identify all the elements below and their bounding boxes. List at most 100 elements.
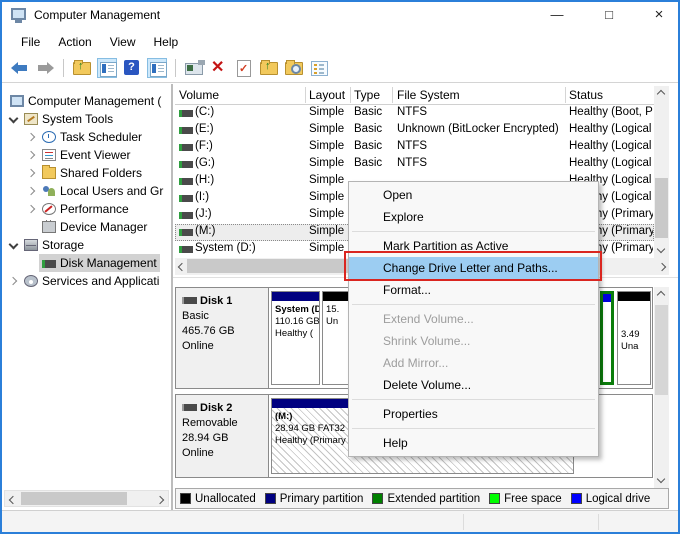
action-pane-toggle-icon[interactable] bbox=[147, 58, 167, 78]
column-header-status[interactable]: Status bbox=[569, 88, 603, 102]
volume-list-header: Volume Layout Type File System Status bbox=[175, 86, 654, 105]
volume-icon bbox=[179, 127, 193, 134]
column-header-type[interactable]: Type bbox=[354, 88, 380, 102]
menu-item-properties[interactable]: Properties bbox=[349, 403, 598, 425]
help-icon[interactable]: ? bbox=[122, 58, 142, 78]
chevron-right-icon[interactable] bbox=[25, 164, 39, 182]
tree-horizontal-scrollbar[interactable] bbox=[4, 490, 169, 507]
storage-icon bbox=[24, 239, 38, 251]
menu-item-format[interactable]: Format... bbox=[349, 279, 598, 301]
scroll-down-icon[interactable] bbox=[657, 475, 665, 483]
scroll-right-icon[interactable] bbox=[658, 263, 666, 271]
chevron-right-icon[interactable] bbox=[25, 182, 39, 200]
scrollbar-thumb[interactable] bbox=[187, 259, 359, 273]
sidebar-item-label: Storage bbox=[42, 236, 84, 254]
column-header-file-system[interactable]: File System bbox=[397, 88, 460, 102]
column-resizer[interactable] bbox=[392, 87, 393, 103]
menu-separator bbox=[349, 425, 598, 432]
export-folder-icon[interactable] bbox=[259, 58, 279, 78]
sidebar-item-disk-management[interactable]: Disk Management bbox=[2, 254, 172, 272]
legend-label: Logical drive bbox=[586, 493, 651, 505]
maximize-button[interactable]: □ bbox=[592, 2, 626, 28]
menu-item-help[interactable]: Help bbox=[349, 432, 598, 454]
sidebar-item-label: Local Users and Gr bbox=[60, 182, 163, 200]
sidebar-item-label: Disk Management bbox=[60, 254, 157, 272]
volume-list-vertical-scrollbar[interactable] bbox=[654, 86, 669, 258]
console-window-icon[interactable] bbox=[184, 58, 204, 78]
menu-help[interactable]: Help bbox=[145, 31, 188, 53]
folder-up-icon[interactable] bbox=[72, 58, 92, 78]
sidebar-item-system-tools[interactable]: System Tools bbox=[2, 110, 172, 128]
disk-1-header[interactable]: Disk 1 Basic 465.76 GB Online bbox=[176, 288, 269, 388]
minimize-button[interactable]: — bbox=[540, 2, 574, 28]
sidebar-item-shared-folders[interactable]: Shared Folders bbox=[2, 164, 172, 182]
chevron-right-icon[interactable] bbox=[7, 272, 21, 290]
sidebar-item-computer-management[interactable]: Computer Management ( bbox=[2, 92, 172, 110]
chevron-spacer bbox=[25, 218, 39, 236]
volume-row-c[interactable]: (C:) Simple Basic NTFS Healthy (Boot, Pa… bbox=[175, 105, 654, 122]
column-header-volume[interactable]: Volume bbox=[179, 88, 219, 102]
partition-label: System (D:) bbox=[275, 304, 316, 316]
find-folder-icon[interactable] bbox=[284, 58, 304, 78]
delete-icon[interactable]: ✕ bbox=[209, 58, 229, 78]
partition-extended-logical[interactable] bbox=[600, 291, 614, 385]
column-header-layout[interactable]: Layout bbox=[309, 88, 345, 102]
back-arrow-icon[interactable] bbox=[10, 58, 30, 78]
column-resizer[interactable] bbox=[565, 87, 566, 103]
volume-row-e[interactable]: (E:) Simple Basic Unknown (BitLocker Enc… bbox=[175, 122, 654, 139]
volume-row-g[interactable]: (G:) Simple Basic NTFS Healthy (Logical … bbox=[175, 156, 654, 173]
device-manager-icon bbox=[42, 221, 56, 233]
disk-2-header[interactable]: Disk 2 Removable 28.94 GB Online bbox=[176, 395, 269, 477]
chevron-down-icon[interactable] bbox=[7, 110, 21, 128]
pane-divider[interactable] bbox=[172, 84, 173, 510]
legend-extended-partition: Extended partition bbox=[372, 493, 480, 505]
menu-item-change-drive-letter[interactable]: Change Drive Letter and Paths... bbox=[349, 257, 598, 279]
legend-free-space: Free space bbox=[489, 493, 562, 505]
chevron-right-icon[interactable] bbox=[25, 200, 39, 218]
menu-action[interactable]: Action bbox=[49, 31, 100, 53]
scroll-down-icon[interactable] bbox=[657, 245, 665, 253]
sidebar-item-device-manager[interactable]: Device Manager bbox=[2, 218, 172, 236]
scroll-up-icon[interactable] bbox=[657, 291, 665, 299]
disk-management-icon bbox=[42, 260, 56, 268]
column-resizer[interactable] bbox=[350, 87, 351, 103]
sidebar-item-event-viewer[interactable]: Event Viewer bbox=[2, 146, 172, 164]
chevron-down-icon[interactable] bbox=[7, 236, 21, 254]
close-button[interactable]: × bbox=[642, 2, 676, 28]
local-users-icon bbox=[42, 185, 56, 197]
sidebar-item-task-scheduler[interactable]: Task Scheduler bbox=[2, 128, 172, 146]
forward-arrow-icon[interactable] bbox=[35, 58, 55, 78]
scrollbar-thumb[interactable] bbox=[655, 305, 668, 395]
volume-row-f[interactable]: (F:) Simple Basic NTFS Healthy (Logical … bbox=[175, 139, 654, 156]
console-tree-toggle-icon[interactable] bbox=[97, 58, 117, 78]
sidebar-item-local-users-groups[interactable]: Local Users and Gr bbox=[2, 182, 172, 200]
chevron-right-icon[interactable] bbox=[25, 128, 39, 146]
menu-item-explore[interactable]: Explore bbox=[349, 206, 598, 228]
scroll-right-icon[interactable] bbox=[156, 496, 164, 504]
menu-item-open[interactable]: Open bbox=[349, 184, 598, 206]
sidebar-item-label: Performance bbox=[60, 200, 129, 218]
partition-unallocated-2[interactable]: 3.49 Una bbox=[617, 291, 651, 385]
scroll-up-icon[interactable] bbox=[657, 90, 665, 98]
menu-item-delete-volume[interactable]: Delete Volume... bbox=[349, 374, 598, 396]
menu-file[interactable]: File bbox=[12, 31, 49, 53]
title-bar: Computer Management — □ × bbox=[2, 2, 678, 30]
menu-item-mark-partition-active[interactable]: Mark Partition as Active bbox=[349, 235, 598, 257]
services-icon bbox=[24, 275, 38, 287]
chevron-right-icon[interactable] bbox=[25, 146, 39, 164]
check-document-icon[interactable] bbox=[234, 58, 254, 78]
partition-system-d[interactable]: System (D:) 110.16 GB NTFS Healthy ( bbox=[271, 291, 320, 385]
scrollbar-thumb[interactable] bbox=[21, 492, 127, 505]
scroll-left-icon[interactable] bbox=[9, 496, 17, 504]
legend-label: Free space bbox=[504, 493, 562, 505]
properties-list-icon[interactable] bbox=[309, 58, 329, 78]
sidebar-item-services-applications[interactable]: Services and Applicati bbox=[2, 272, 172, 290]
disk-pane-vertical-scrollbar[interactable] bbox=[654, 287, 669, 488]
menu-view[interactable]: View bbox=[101, 31, 145, 53]
sidebar-item-label: Task Scheduler bbox=[60, 128, 142, 146]
scroll-left-icon[interactable] bbox=[178, 263, 186, 271]
sidebar-item-storage[interactable]: Storage bbox=[2, 236, 172, 254]
sidebar-item-performance[interactable]: Performance bbox=[2, 200, 172, 218]
scrollbar-thumb[interactable] bbox=[655, 178, 668, 238]
column-resizer[interactable] bbox=[305, 87, 306, 103]
